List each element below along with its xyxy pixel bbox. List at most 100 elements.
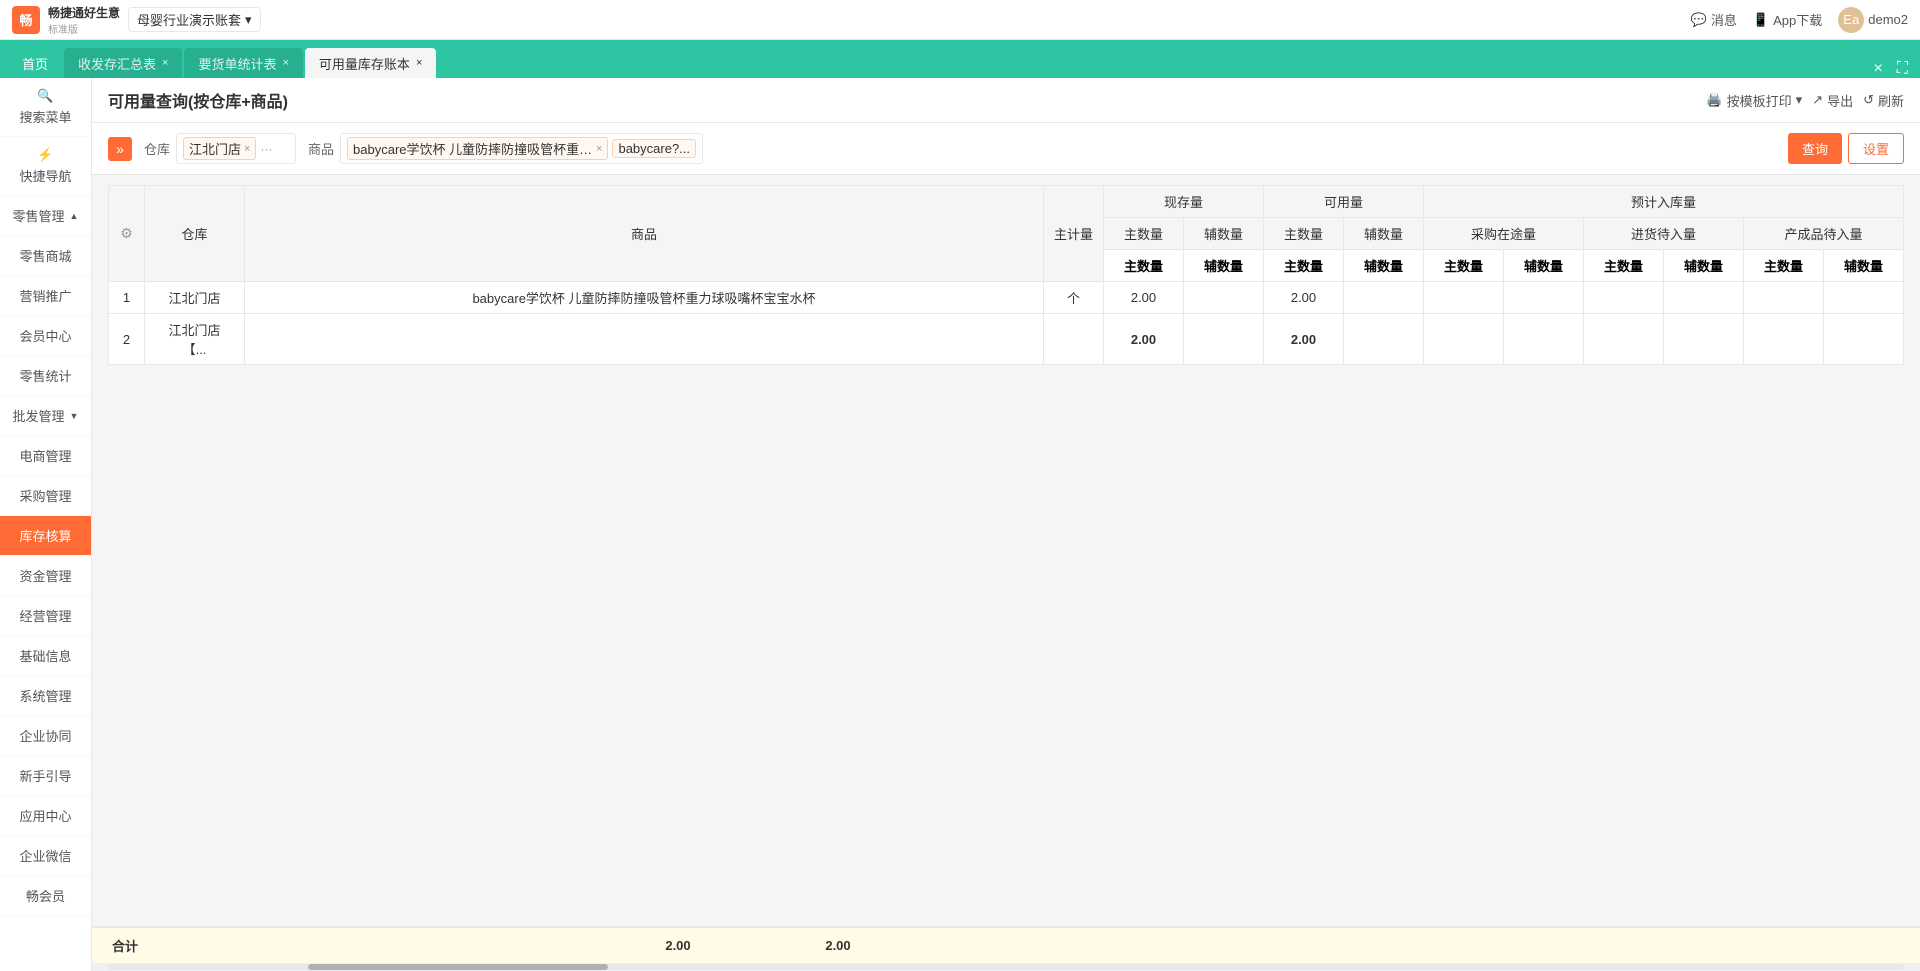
th-unit: 主计量 bbox=[1044, 186, 1104, 282]
filter-expand-btn[interactable]: » bbox=[108, 137, 132, 161]
tab-order-stat-close[interactable]: × bbox=[282, 58, 288, 69]
wholesale-arrow-icon: ▼ bbox=[70, 411, 79, 421]
th-prod-aux: 辅数量 bbox=[1824, 250, 1904, 282]
total-current-aux bbox=[718, 938, 798, 953]
retail-mgmt-arrow-icon: ▲ bbox=[70, 211, 79, 221]
total-avail-main: 2.00 bbox=[798, 938, 878, 953]
table-container: ⚙ 仓库 商品 主计量 现存量 可用量 预计入库量 主数量 辅数量 主数量 辅数… bbox=[92, 175, 1920, 926]
row1-current-aux bbox=[1184, 282, 1264, 314]
industry-selector[interactable]: 母婴行业演示账套 ▾ bbox=[128, 7, 261, 32]
tab-fullscreen-btn[interactable]: ⛶ bbox=[1893, 60, 1912, 78]
product-tags[interactable]: babycare学饮杯 儿童防摔防撞吸管杯重力球吸嘴杯宝宝水杯 × babyca… bbox=[340, 133, 703, 164]
row2-current-main: 2.00 bbox=[1104, 314, 1184, 365]
tab-close-all-btn[interactable]: × bbox=[1869, 60, 1886, 78]
top-bar-right: 💬 消息 📱 App下载 Ea demo2 bbox=[1691, 7, 1908, 33]
warehouse-more[interactable]: ··· bbox=[260, 142, 272, 156]
inventory-label: 库存核算 bbox=[19, 526, 71, 545]
row2-unit bbox=[1044, 314, 1104, 365]
app-subtitle: 标准版 bbox=[48, 21, 120, 36]
page-header: 可用量查询(按仓库+商品) 🖨️ 按模板打印 ▾ ↗ 导出 ↺ 刷新 bbox=[92, 78, 1920, 123]
refresh-icon: ↺ bbox=[1863, 92, 1874, 108]
app-download-btn[interactable]: 📱 App下载 bbox=[1753, 10, 1822, 29]
sidebar-item-search[interactable]: 🔍 搜索菜单 bbox=[0, 78, 91, 137]
print-template-btn[interactable]: 🖨️ 按模板打印 ▾ bbox=[1706, 91, 1802, 110]
message-icon: 💬 bbox=[1691, 12, 1707, 28]
row1-avail-main: 2.00 bbox=[1264, 282, 1344, 314]
chevron-down-icon: ▾ bbox=[245, 12, 252, 28]
th-settings[interactable]: ⚙ bbox=[109, 186, 145, 282]
scrollbar-thumb[interactable] bbox=[308, 964, 608, 970]
tab-home-label: 首页 bbox=[22, 54, 48, 73]
row2-inbound-aux bbox=[1664, 314, 1744, 365]
row1-current-main: 2.00 bbox=[1104, 282, 1184, 314]
enterprise-label: 企业协同 bbox=[19, 726, 71, 745]
export-icon: ↗ bbox=[1812, 92, 1823, 108]
sidebar-item-purchase[interactable]: 采购管理 bbox=[0, 476, 91, 516]
content-area: 可用量查询(按仓库+商品) 🖨️ 按模板打印 ▾ ↗ 导出 ↺ 刷新 » bbox=[92, 78, 1920, 971]
sidebar-item-member[interactable]: 畅会员 bbox=[0, 876, 91, 916]
tab-home[interactable]: 首页 bbox=[8, 48, 62, 78]
app-center-label: 应用中心 bbox=[19, 806, 71, 825]
sidebar-item-retail-mall[interactable]: 零售商城 bbox=[0, 236, 91, 276]
download-icon: 📱 bbox=[1753, 12, 1769, 28]
sidebar-item-wholesale[interactable]: 批发管理 ▼ bbox=[0, 396, 91, 436]
th-prod-main: 主数量 bbox=[1744, 250, 1824, 282]
basic-info-label: 基础信息 bbox=[19, 646, 71, 665]
th-inbound-main: 主数量 bbox=[1584, 250, 1664, 282]
th-avail-main2: 主数量 bbox=[1264, 250, 1344, 282]
sidebar-item-retail-stat[interactable]: 零售统计 bbox=[0, 356, 91, 396]
tab-receive-send[interactable]: 收发存汇总表 × bbox=[64, 48, 182, 78]
row1-unit: 个 bbox=[1044, 282, 1104, 314]
th-planned-inbound: 预计入库量 bbox=[1424, 186, 1904, 218]
sidebar-item-new-guide[interactable]: 新手引导 bbox=[0, 756, 91, 796]
sidebar-item-wechat[interactable]: 企业微信 bbox=[0, 836, 91, 876]
sidebar-item-app-center[interactable]: 应用中心 bbox=[0, 796, 91, 836]
warehouse-tags[interactable]: 江北门店 × ··· bbox=[176, 133, 296, 164]
sidebar-item-inventory[interactable]: 库存核算 bbox=[0, 516, 91, 556]
sidebar-item-ecommerce[interactable]: 电商管理 bbox=[0, 436, 91, 476]
th-warehouse: 仓库 bbox=[145, 186, 245, 282]
sidebar-item-system[interactable]: 系统管理 bbox=[0, 676, 91, 716]
sidebar-item-quick-nav[interactable]: ⚡ 快捷导航 bbox=[0, 137, 91, 196]
filter-bar: » 仓库 江北门店 × ··· 商品 babycare学饮杯 儿童防摔防撞吸管杯… bbox=[92, 123, 1920, 175]
sidebar-item-retail-mgmt[interactable]: 零售管理 ▲ bbox=[0, 196, 91, 236]
export-btn[interactable]: ↗ 导出 bbox=[1812, 91, 1853, 110]
sidebar-item-enterprise[interactable]: 企业协同 bbox=[0, 716, 91, 756]
row1-prod-aux bbox=[1824, 282, 1904, 314]
row1-product: babycare学饮杯 儿童防摔防撞吸管杯重力球吸嘴杯宝宝水杯 bbox=[245, 282, 1044, 314]
message-btn[interactable]: 💬 消息 bbox=[1691, 10, 1737, 29]
total-current-main: 2.00 bbox=[638, 938, 718, 953]
retail-stat-label: 零售统计 bbox=[19, 366, 71, 385]
sidebar-search-label: 搜索菜单 bbox=[19, 107, 71, 126]
setting-button[interactable]: 设置 bbox=[1848, 133, 1904, 164]
warehouse-tag-close[interactable]: × bbox=[244, 143, 250, 155]
main-layout: 🔍 搜索菜单 ⚡ 快捷导航 零售管理 ▲ 零售商城 营销推广 会员中心 零售统计… bbox=[0, 78, 1920, 971]
user-profile[interactable]: Ea demo2 bbox=[1838, 7, 1908, 33]
marketing-label: 营销推广 bbox=[19, 286, 71, 305]
tab-bar: 首页 收发存汇总表 × 要货单统计表 × 可用量库存账本 × × ⛶ bbox=[0, 40, 1920, 78]
settings-gear-icon[interactable]: ⚙ bbox=[120, 225, 133, 241]
sidebar-item-operation[interactable]: 经营管理 bbox=[0, 596, 91, 636]
refresh-btn[interactable]: ↺ 刷新 bbox=[1863, 91, 1904, 110]
product-tag1-close[interactable]: × bbox=[596, 143, 602, 155]
tab-available-stock-close[interactable]: × bbox=[416, 58, 422, 69]
tab-available-stock[interactable]: 可用量库存账本 × bbox=[305, 48, 436, 78]
row2-prod-aux bbox=[1824, 314, 1904, 365]
query-button[interactable]: 查询 bbox=[1788, 133, 1842, 164]
row2-inbound-main bbox=[1584, 314, 1664, 365]
sidebar-item-member-center[interactable]: 会员中心 bbox=[0, 316, 91, 356]
operation-label: 经营管理 bbox=[19, 606, 71, 625]
tab-order-stat[interactable]: 要货单统计表 × bbox=[184, 48, 302, 78]
total-avail-aux bbox=[878, 938, 958, 953]
warehouse-label: 仓库 bbox=[144, 139, 170, 158]
horizontal-scrollbar[interactable] bbox=[92, 963, 1920, 971]
product-tag-2: babycare?... bbox=[612, 139, 696, 158]
tab-receive-send-close[interactable]: × bbox=[162, 58, 168, 69]
sidebar-item-finance[interactable]: 资金管理 bbox=[0, 556, 91, 596]
wholesale-label: 批发管理 bbox=[13, 406, 65, 425]
sidebar-item-marketing[interactable]: 营销推广 bbox=[0, 276, 91, 316]
sidebar-item-basic-info[interactable]: 基础信息 bbox=[0, 636, 91, 676]
row2-purchase-aux bbox=[1504, 314, 1584, 365]
row2-product bbox=[245, 314, 1044, 365]
wechat-label: 企业微信 bbox=[19, 846, 71, 865]
